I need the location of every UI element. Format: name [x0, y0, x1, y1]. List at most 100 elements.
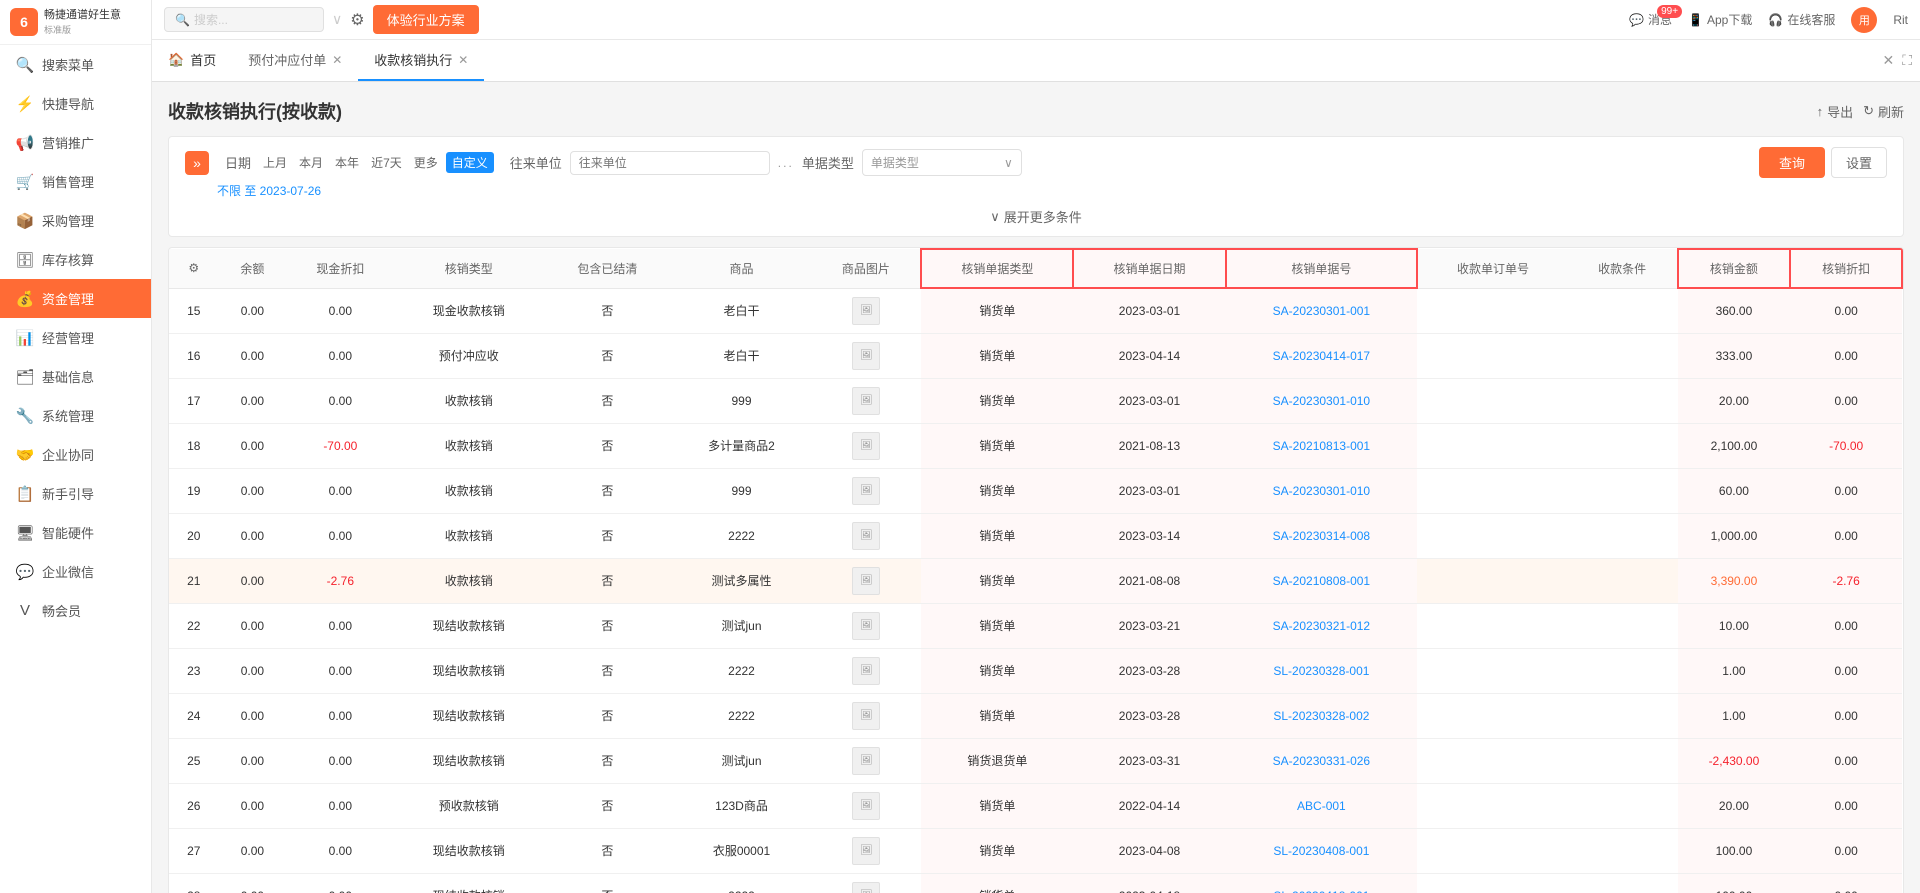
bill-type-select[interactable]: 单据类型 ∨	[862, 149, 1022, 176]
cell-bill-no[interactable]: SL-20230418-001	[1226, 873, 1418, 893]
tab-writeoff[interactable]: 收款核销执行 ✕	[358, 40, 484, 81]
this-month-btn[interactable]: 本月	[295, 152, 327, 173]
cell-index: 26	[169, 783, 219, 828]
main-area: 🔍 搜索... ∨ ⚙ 体验行业方案 💬 消息 99+ 📱 App下载 🎧 在线…	[152, 0, 1920, 893]
chevron-down-icon: ∨	[990, 209, 1000, 225]
goods-image: 🖼	[852, 297, 880, 325]
bill-type-arrow: ∨	[1004, 156, 1013, 170]
topbar: 🔍 搜索... ∨ ⚙ 体验行业方案 💬 消息 99+ 📱 App下载 🎧 在线…	[152, 0, 1920, 40]
cell-balance: 0.00	[219, 648, 287, 693]
notification-badge: 99+	[1657, 5, 1682, 18]
cell-bill-date: 2023-03-21	[1073, 603, 1225, 648]
last-7-btn[interactable]: 近7天	[367, 152, 406, 173]
topbar-search[interactable]: 🔍 搜索...	[164, 7, 324, 32]
close-writeoff-icon[interactable]: ✕	[458, 53, 468, 67]
notification-item[interactable]: 💬 消息 99+	[1629, 11, 1672, 28]
cell-bill-date: 2023-03-31	[1073, 738, 1225, 783]
maximize-icon[interactable]: ⛶	[1902, 52, 1912, 69]
table-row: 16 0.00 0.00 预付冲应收 否 老白干 🖼 销货单 2023-04-1…	[169, 333, 1902, 378]
cell-bill-no[interactable]: SA-20230331-026	[1226, 738, 1418, 783]
cell-bill-no[interactable]: SL-20230328-002	[1226, 693, 1418, 738]
export-button[interactable]: ↑ 导出	[1817, 102, 1854, 121]
last-month-btn[interactable]: 上月	[259, 152, 291, 173]
cell-receipt-order	[1417, 423, 1567, 468]
sidebar-item-sales[interactable]: 🛒销售管理	[0, 162, 151, 201]
tab-prepay[interactable]: 预付冲应付单 ✕	[232, 40, 358, 81]
custom-btn[interactable]: 自定义	[446, 152, 494, 173]
sidebar-item-marketing[interactable]: 📢营销推广	[0, 123, 151, 162]
sidebar-item-inventory[interactable]: 🗄库存核算	[0, 240, 151, 279]
cell-included-clear: 否	[543, 873, 671, 893]
cell-cash-discount: 0.00	[286, 873, 394, 893]
this-year-btn[interactable]: 本年	[331, 152, 363, 173]
member-icon: V	[16, 602, 34, 620]
cell-bill-date: 2023-03-28	[1073, 648, 1225, 693]
sidebar-item-search[interactable]: 🔍搜索菜单	[0, 45, 151, 84]
user-avatar[interactable]: 用	[1851, 7, 1877, 33]
cell-index: 15	[169, 288, 219, 333]
filter-expand-button[interactable]: »	[185, 151, 209, 175]
close-all-icon[interactable]: ✕	[1882, 52, 1894, 69]
sidebar-item-finance[interactable]: 💰资金管理	[0, 279, 151, 318]
sidebar-item-quick-nav[interactable]: ⚡快捷导航	[0, 84, 151, 123]
cell-goods-img: 🖼	[811, 873, 921, 893]
close-prepay-icon[interactable]: ✕	[332, 53, 342, 67]
solution-button[interactable]: 体验行业方案	[373, 5, 479, 34]
query-button[interactable]: 查询	[1759, 147, 1825, 178]
online-service-item[interactable]: 🎧 在线客服	[1768, 11, 1835, 28]
sidebar-item-smart[interactable]: 🖥智能硬件	[0, 513, 151, 552]
cell-bill-no[interactable]: SA-20210813-001	[1226, 423, 1418, 468]
cell-bill-type: 销货单	[921, 828, 1073, 873]
sidebar-item-basic[interactable]: 🗂基础信息	[0, 357, 151, 396]
sidebar-item-system[interactable]: 🔧系统管理	[0, 396, 151, 435]
cell-bill-no[interactable]: SA-20230301-010	[1226, 468, 1418, 513]
cell-bill-no[interactable]: SL-20230328-001	[1226, 648, 1418, 693]
cell-writeoff-type: 现结收款核销	[394, 738, 543, 783]
cell-writeoff-type: 收款核销	[394, 468, 543, 513]
more-btn[interactable]: 更多	[410, 152, 442, 173]
cell-bill-no[interactable]: ABC-001	[1226, 783, 1418, 828]
cell-writeoff-discount: 0.00	[1790, 648, 1902, 693]
cell-writeoff-type: 现结收款核销	[394, 603, 543, 648]
page-title: 收款核销执行(按收款)	[168, 98, 342, 124]
sidebar-item-operation[interactable]: 📊经营管理	[0, 318, 151, 357]
app-download-item[interactable]: 📱 App下载	[1688, 11, 1752, 28]
cell-bill-no[interactable]: SA-20230301-010	[1226, 378, 1418, 423]
date-options: 上月 本月 本年 近7天 更多 自定义	[259, 152, 494, 173]
sidebar-item-enterprise[interactable]: 🤝企业协同	[0, 435, 151, 474]
smart-icon: 🖥	[16, 524, 34, 542]
gear-icon[interactable]: ⚙	[350, 10, 364, 30]
tab-home[interactable]: 🏠 首页	[152, 40, 232, 81]
cell-balance: 0.00	[219, 828, 287, 873]
cell-bill-no[interactable]: SA-20230314-008	[1226, 513, 1418, 558]
goods-image: 🖼	[852, 657, 880, 685]
cell-writeoff-discount: 0.00	[1790, 603, 1902, 648]
cell-balance: 0.00	[219, 378, 287, 423]
cell-bill-no[interactable]: SA-20230321-012	[1226, 603, 1418, 648]
cell-bill-no[interactable]: SA-20230301-001	[1226, 288, 1418, 333]
col-settings[interactable]: ⚙	[169, 249, 219, 288]
cell-bill-no[interactable]: SL-20230408-001	[1226, 828, 1418, 873]
col-bill-no: 核销单据号	[1226, 249, 1418, 288]
cell-bill-no[interactable]: SA-20210808-001	[1226, 558, 1418, 603]
cell-goods: 衣服00001	[672, 828, 812, 873]
cell-receipt-condition	[1568, 783, 1678, 828]
expand-conditions-button[interactable]: ∨ 展开更多条件	[185, 207, 1887, 226]
refresh-button[interactable]: ↻ 刷新	[1863, 102, 1904, 121]
cell-receipt-order	[1417, 378, 1567, 423]
cell-writeoff-type: 现金收款核销	[394, 288, 543, 333]
goods-image: 🖼	[852, 477, 880, 505]
cell-included-clear: 否	[543, 288, 671, 333]
settings-button[interactable]: 设置	[1831, 147, 1887, 178]
sidebar-item-guide[interactable]: 📋新手引导	[0, 474, 151, 513]
cell-bill-type: 销货单	[921, 693, 1073, 738]
sidebar-item-purchase[interactable]: 📦采购管理	[0, 201, 151, 240]
partner-input[interactable]	[570, 151, 770, 175]
cell-writeoff-discount: -2.76	[1790, 558, 1902, 603]
cell-bill-no[interactable]: SA-20230414-017	[1226, 333, 1418, 378]
sidebar-item-member[interactable]: V畅会员	[0, 591, 151, 630]
refresh-label: 刷新	[1878, 102, 1904, 121]
goods-image: 🖼	[852, 612, 880, 640]
operation-icon: 📊	[16, 329, 34, 347]
sidebar-item-wechat[interactable]: 💬企业微信	[0, 552, 151, 591]
